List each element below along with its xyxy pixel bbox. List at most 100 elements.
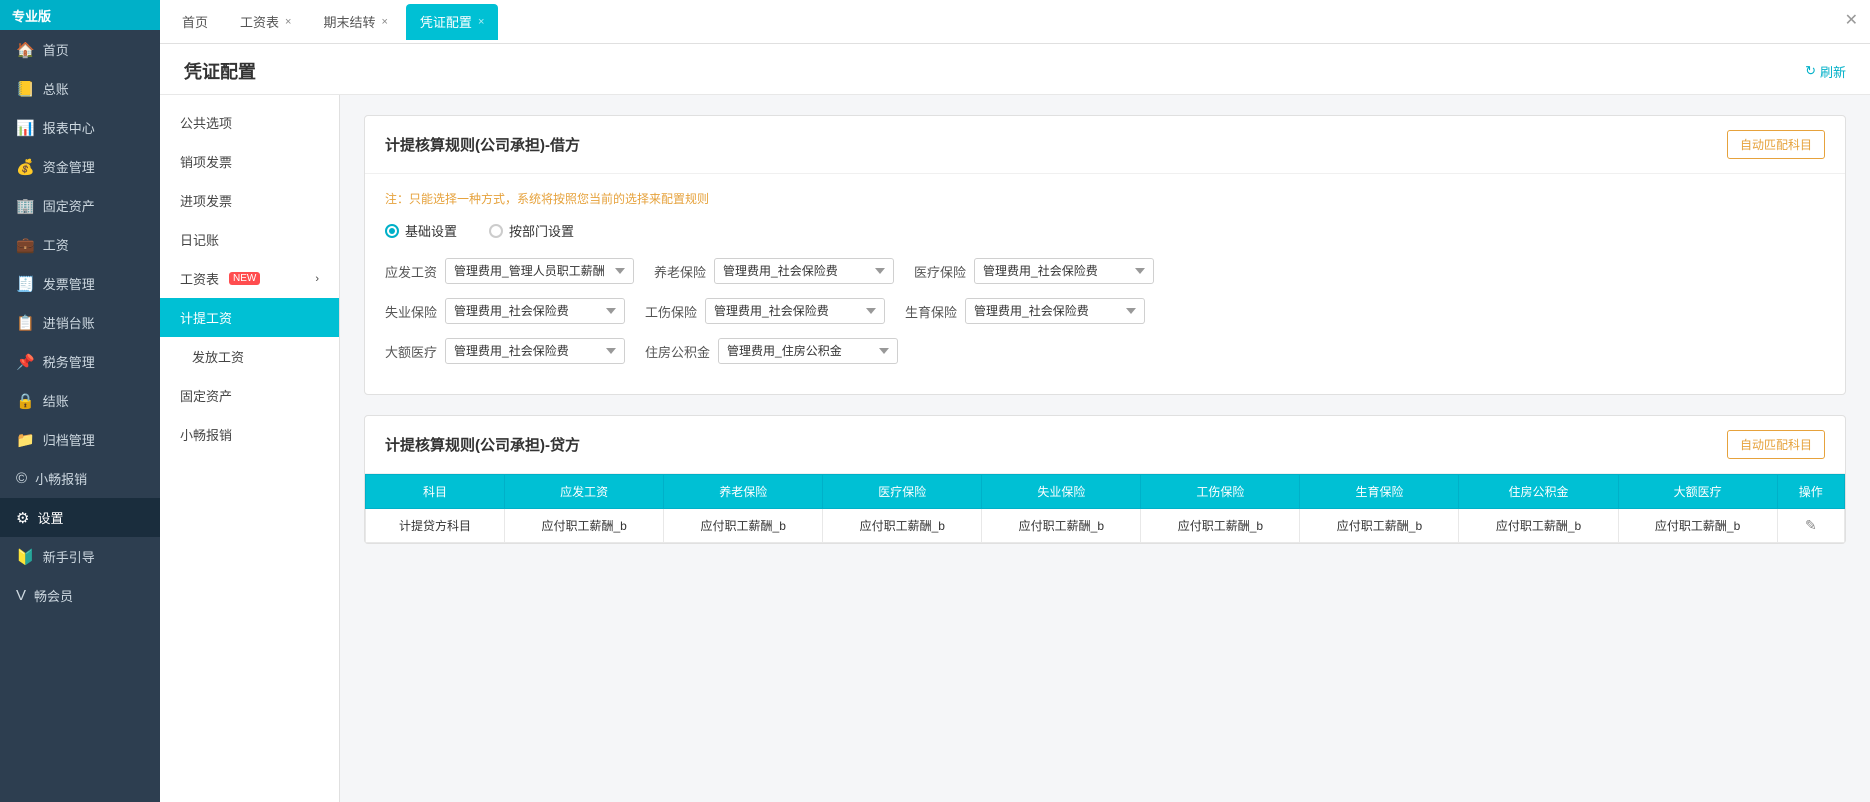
tab-period-close-icon[interactable]: × — [381, 16, 387, 28]
main-content: 计提核算规则(公司承担)-借方 自动匹配科目 注：只能选择一种方式，系统将按照您… — [340, 95, 1870, 802]
close-icon: 🔒 — [16, 392, 35, 410]
section-debit-body: 注：只能选择一种方式，系统将按照您当前的选择来配置规则 基础设置 按部门设置 — [365, 174, 1845, 394]
sidebar-item-report[interactable]: 📊 报表中心 — [0, 108, 160, 147]
nav-xc-expense[interactable]: 小畅报销 — [160, 415, 339, 454]
nav-public-options[interactable]: 公共选项 — [160, 103, 339, 142]
col-action: 操作 — [1777, 475, 1844, 509]
section-credit-title: 计提核算规则(公司承担)-贷方 — [385, 434, 580, 455]
sidebar-item-label: 畅会员 — [34, 586, 73, 605]
salary-icon: 💼 — [16, 236, 35, 254]
field-gongshang-baoxian: 工伤保险 管理费用_社会保险费 — [645, 298, 885, 324]
app-title: 专业版 — [0, 0, 160, 30]
radio-dept-settings[interactable]: 按部门设置 — [489, 221, 574, 240]
credit-table: 科目 应发工资 养老保险 医疗保险 失业保险 工伤保险 生育保险 住房公积金 大… — [365, 474, 1845, 543]
select-dale[interactable]: 管理费用_社会保险费 — [445, 338, 625, 364]
sidebar-item-member[interactable]: V 畅会员 — [0, 576, 160, 615]
nav-fixed-asset[interactable]: 固定资产 — [160, 376, 339, 415]
new-badge: NEW — [229, 272, 260, 285]
nav-cancel-invoice[interactable]: 销项发票 — [160, 142, 339, 181]
col-gongshang: 工伤保险 — [1141, 475, 1300, 509]
field-yingfa-gongzi: 应发工资 管理费用_管理人员职工薪酬 — [385, 258, 634, 284]
sidebar-item-label: 工资 — [43, 235, 69, 254]
field-zhufang-gongjijin: 住房公积金 管理费用_住房公积金 — [645, 338, 898, 364]
form-row-3: 大额医疗 管理费用_社会保险费 住房公积金 管理费用_住房公积金 — [385, 338, 1825, 364]
sidebar-item-archive[interactable]: 📁 归档管理 — [0, 420, 160, 459]
sidebar-item-label: 报表中心 — [43, 118, 95, 137]
nav-calc-salary[interactable]: 计提工资 — [160, 298, 339, 337]
tax-icon: 📌 — [16, 353, 35, 371]
col-subject: 科目 — [366, 475, 505, 509]
cell-yingfa-val: 应付职工薪酬_b — [505, 509, 664, 543]
tab-salary-close-icon[interactable]: × — [285, 16, 291, 28]
sidebar-item-fixed-asset[interactable]: 🏢 固定资产 — [0, 186, 160, 225]
cell-dale-val: 应付职工薪酬_b — [1618, 509, 1777, 543]
section-debit-title: 计提核算规则(公司承担)-借方 — [385, 134, 580, 155]
form-row-2: 失业保险 管理费用_社会保险费 工伤保险 管理费用_社会保险费 — [385, 298, 1825, 324]
sidebar-item-ledger[interactable]: 📒 总账 — [0, 69, 160, 108]
sidebar-item-label: 进销台账 — [43, 313, 95, 332]
col-yingfa: 应发工资 — [505, 475, 664, 509]
radio-basic-settings[interactable]: 基础设置 — [385, 221, 457, 240]
fixed-asset-icon: 🏢 — [16, 197, 35, 215]
sidebar-item-home[interactable]: 🏠 首页 — [0, 30, 160, 69]
sidebar-item-label: 设置 — [37, 508, 63, 527]
nav-journal[interactable]: 日记账 — [160, 220, 339, 259]
cell-subject: 计提贷方科目 — [366, 509, 505, 543]
cell-yanglao-val: 应付职工薪酬_b — [664, 509, 823, 543]
sidebar-item-tax[interactable]: 📌 税务管理 — [0, 342, 160, 381]
edit-icon[interactable]: ✎ — [1805, 517, 1817, 533]
tab-voucher-config[interactable]: 凭证配置 × — [406, 4, 498, 40]
tab-salary-table[interactable]: 工资表 × — [226, 4, 305, 40]
archive-icon: 📁 — [16, 431, 35, 449]
sidebar-item-guide[interactable]: 🔰 新手引导 — [0, 537, 160, 576]
sidebar-item-label: 固定资产 — [43, 196, 95, 215]
select-shengyu[interactable]: 管理费用_社会保险费 — [965, 298, 1145, 324]
sidebar-item-settings[interactable]: ⚙ 设置 — [0, 498, 160, 537]
sidebar-item-close[interactable]: 🔒 结账 — [0, 381, 160, 420]
label-zhufang: 住房公积金 — [645, 342, 710, 361]
cell-zhufang-val: 应付职工薪酬_b — [1459, 509, 1618, 543]
select-yiliao[interactable]: 管理费用_社会保险费 — [974, 258, 1154, 284]
field-yiliao-baoxian: 医疗保险 管理费用_社会保险费 — [914, 258, 1154, 284]
auto-match-debit-button[interactable]: 自动匹配科目 — [1727, 130, 1825, 159]
window-close-icon[interactable]: ✕ — [1845, 10, 1858, 30]
refresh-icon: ↻ — [1805, 63, 1816, 79]
nav-issue-salary[interactable]: 发放工资 — [160, 337, 339, 376]
chevron-down-icon: › — [315, 273, 319, 285]
select-zhufang[interactable]: 管理费用_住房公积金 — [718, 338, 898, 364]
sidebar-item-salary[interactable]: 💼 工资 — [0, 225, 160, 264]
cell-shengyu-val: 应付职工薪酬_b — [1300, 509, 1459, 543]
tab-voucher-close-icon[interactable]: × — [478, 16, 484, 28]
field-shiye-baoxian: 失业保险 管理费用_社会保险费 — [385, 298, 625, 324]
radio-group: 基础设置 按部门设置 — [385, 221, 1825, 240]
sidebar-item-label: 归档管理 — [43, 430, 95, 449]
sidebar-item-label: 新手引导 — [43, 547, 95, 566]
cell-action[interactable]: ✎ — [1777, 509, 1844, 543]
nav-in-invoice[interactable]: 进项发票 — [160, 181, 339, 220]
field-shengyu-baoxian: 生育保险 管理费用_社会保险费 — [905, 298, 1145, 324]
col-yanglao: 养老保险 — [664, 475, 823, 509]
form-row-1: 应发工资 管理费用_管理人员职工薪酬 养老保险 管理费用_社会保险费 — [385, 258, 1825, 284]
section-credit-header: 计提核算规则(公司承担)-贷方 自动匹配科目 — [365, 416, 1845, 474]
cell-shiye-val: 应付职工薪酬_b — [982, 509, 1141, 543]
select-yanglao[interactable]: 管理费用_社会保险费 — [714, 258, 894, 284]
field-dale-yiliao: 大额医疗 管理费用_社会保险费 — [385, 338, 625, 364]
label-shiye: 失业保险 — [385, 302, 437, 321]
sidebar-item-purchase-sale[interactable]: 📋 进销台账 — [0, 303, 160, 342]
select-gongshang[interactable]: 管理费用_社会保险费 — [705, 298, 885, 324]
refresh-button[interactable]: ↻ 刷新 — [1805, 62, 1846, 81]
guide-icon: 🔰 — [16, 548, 35, 566]
xc-report-icon: © — [16, 470, 27, 487]
sidebar-item-invoice-mgmt[interactable]: 🧾 发票管理 — [0, 264, 160, 303]
tab-period-close[interactable]: 期末结转 × — [309, 4, 401, 40]
sidebar-item-xc-report[interactable]: © 小畅报销 — [0, 459, 160, 498]
nav-salary-table[interactable]: 工资表 NEW › — [160, 259, 339, 298]
auto-match-credit-button[interactable]: 自动匹配科目 — [1727, 430, 1825, 459]
tab-home[interactable]: 首页 — [168, 4, 222, 40]
tab-home-label: 首页 — [182, 12, 208, 31]
select-shiye[interactable]: 管理费用_社会保险费 — [445, 298, 625, 324]
label-dale: 大额医疗 — [385, 342, 437, 361]
select-yingfa[interactable]: 管理费用_管理人员职工薪酬 — [445, 258, 634, 284]
sidebar-item-capital[interactable]: 💰 资金管理 — [0, 147, 160, 186]
left-nav: 公共选项 销项发票 进项发票 日记账 工资表 NEW › 计提工资 发放工资 — [160, 95, 340, 802]
